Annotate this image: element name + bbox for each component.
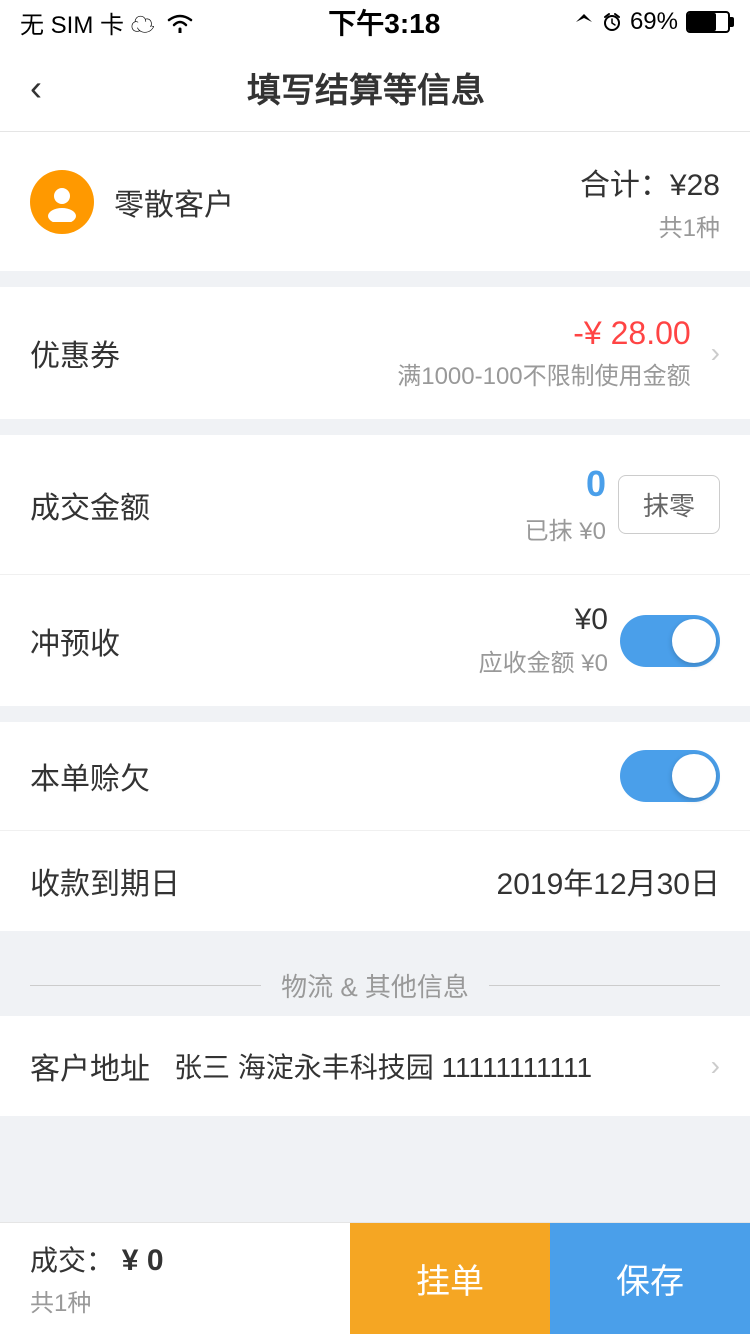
due-date-row: 收款到期日 2019年12月30日	[0, 831, 750, 931]
customer-avatar	[30, 170, 94, 234]
status-bar: 无 SIM 卡 ☁ 下午3:18 69%	[0, 0, 750, 44]
amount-right: 0 已抹 ¥0 抹零	[525, 463, 720, 546]
amount-sub: 已抹 ¥0	[525, 511, 606, 546]
coupon-desc: 满1000-100不限制使用金额	[397, 356, 690, 391]
prepayment-toggle-knob	[672, 619, 716, 663]
avatar-icon	[42, 182, 82, 222]
status-right: 69%	[574, 8, 730, 36]
address-row[interactable]: 客户地址 张三 海淀永丰科技园 11111111111 ›	[0, 1016, 750, 1116]
address-section: 客户地址 张三 海淀永丰科技园 11111111111 ›	[0, 1016, 750, 1116]
credit-row: 本单赊欠	[0, 722, 750, 831]
save-button[interactable]: 保存	[550, 1223, 750, 1334]
back-button[interactable]: ‹	[30, 57, 52, 119]
due-date-value: 2019年12月30日	[497, 859, 720, 903]
bottom-count: 共1种	[30, 1283, 320, 1318]
prepayment-toggle[interactable]	[620, 615, 720, 667]
credit-toggle[interactable]	[620, 750, 720, 802]
status-left: 无 SIM 卡 ☁	[20, 5, 195, 40]
alarm-icon	[602, 12, 622, 32]
amount-value-wrap: 0 已抹 ¥0	[525, 463, 606, 546]
customer-row: 零散客户 合计：¥28 共1种	[0, 132, 750, 271]
coupon-discount: -¥ 28.00	[397, 315, 690, 352]
wifi-icon	[165, 11, 195, 33]
address-label: 客户地址	[30, 1044, 150, 1088]
coupon-section: 优惠券 -¥ 28.00 满1000-100不限制使用金额 ›	[0, 287, 750, 419]
address-chevron-icon: ›	[711, 1050, 720, 1082]
nav-bar: ‹ 填写结算等信息	[0, 44, 750, 132]
coupon-chevron-icon: ›	[711, 337, 720, 369]
logistics-line-left	[30, 985, 261, 986]
coupon-row[interactable]: 优惠券 -¥ 28.00 满1000-100不限制使用金额 ›	[0, 287, 750, 419]
pending-button[interactable]: 挂单	[350, 1223, 550, 1334]
credit-label: 本单赊欠	[30, 754, 150, 798]
total-count: 共1种	[580, 208, 720, 243]
bottom-bar: 成交： ¥ 0 共1种 挂单 保存	[0, 1222, 750, 1334]
prepayment-row: 冲预收 ¥0 应收金额 ¥0	[0, 575, 750, 706]
total-amount: 合计：¥28	[580, 160, 720, 204]
prepayment-sub: 应收金额 ¥0	[479, 643, 608, 678]
transaction-section: 成交金额 0 已抹 ¥0 抹零 冲预收 ¥0 应收金额 ¥0	[0, 435, 750, 706]
bottom-info: 成交： ¥ 0 共1种	[0, 1223, 350, 1334]
address-value: 张三 海淀永丰科技园 11111111111	[174, 1046, 699, 1086]
customer-left: 零散客户	[30, 170, 234, 234]
amount-value[interactable]: 0	[525, 463, 606, 505]
coupon-label: 优惠券	[30, 331, 120, 375]
prepayment-right: ¥0 应收金额 ¥0	[479, 603, 720, 678]
customer-right: 合计：¥28 共1种	[580, 160, 720, 243]
credit-right	[620, 750, 720, 802]
customer-name: 零散客户	[114, 180, 234, 224]
bottom-deal-label: 成交：	[30, 1245, 114, 1276]
battery-percent: 69%	[630, 8, 678, 36]
page-title: 填写结算等信息	[52, 63, 680, 112]
credit-toggle-knob	[672, 754, 716, 798]
round-button[interactable]: 抹零	[618, 475, 720, 534]
due-date-label: 收款到期日	[30, 859, 180, 903]
status-time: 下午3:18	[328, 2, 440, 42]
battery-icon	[686, 11, 730, 33]
logistics-header: 物流 & 其他信息	[0, 947, 750, 1016]
prepayment-label: 冲预收	[30, 619, 120, 663]
bottom-deal-amount: ¥ 0	[122, 1244, 164, 1277]
prepayment-value-wrap: ¥0 应收金额 ¥0	[479, 603, 608, 678]
location-icon	[574, 12, 594, 32]
coupon-right: -¥ 28.00 满1000-100不限制使用金额 ›	[397, 315, 720, 391]
sim-label: 无 SIM 卡 ☁	[20, 5, 155, 40]
amount-row: 成交金额 0 已抹 ¥0 抹零	[0, 435, 750, 575]
amount-label: 成交金额	[30, 483, 150, 527]
main-content: 零散客户 合计：¥28 共1种 优惠券 -¥ 28.00 满1000-100不限…	[0, 132, 750, 1252]
prepayment-amount: ¥0	[479, 603, 608, 637]
bottom-deal-row: 成交： ¥ 0	[30, 1239, 320, 1279]
credit-section: 本单赊欠 收款到期日 2019年12月30日	[0, 722, 750, 931]
logistics-line-right	[489, 985, 720, 986]
logistics-title: 物流 & 其他信息	[281, 967, 469, 1004]
coupon-value: -¥ 28.00 满1000-100不限制使用金额	[397, 315, 690, 391]
